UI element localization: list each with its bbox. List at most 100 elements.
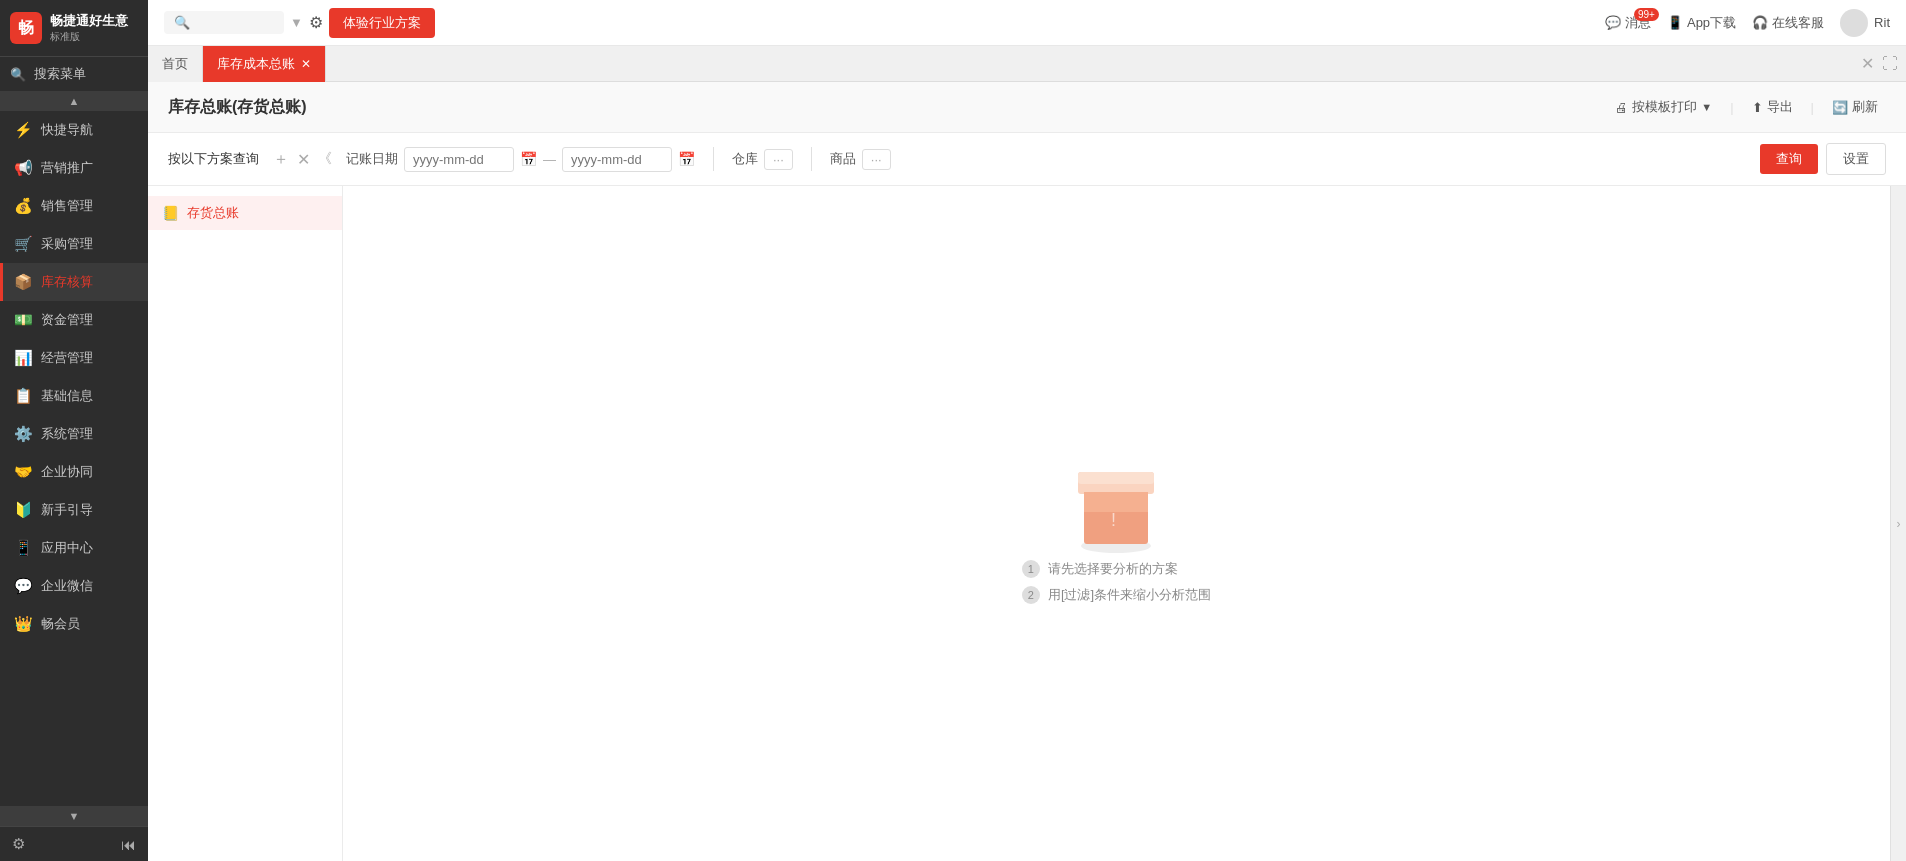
sidebar-item-basic-info[interactable]: 📋 基础信息	[0, 377, 148, 415]
collapse-sidebar-btn[interactable]: ⏮	[121, 836, 136, 853]
sidebar-item-finance[interactable]: 💵 资金管理	[0, 301, 148, 339]
sidebar-item-system[interactable]: ⚙️ 系统管理	[0, 415, 148, 453]
tab-bar: 首页 库存成本总账 ✕ ✕ ⛶	[148, 46, 1906, 82]
product-field: 商品 ···	[830, 149, 891, 170]
filter-row: 记账日期 📅 — 📅 仓库 ··· 商品 ··· 查询 设置	[346, 143, 1886, 175]
guide-icon: 🔰	[13, 501, 33, 519]
left-filter-panel: 📒 存货总账	[148, 186, 343, 861]
sidebar-item-wechat[interactable]: 💬 企业微信	[0, 567, 148, 605]
warehouse-more-btn[interactable]: ···	[764, 149, 793, 170]
topbar-search-icon: 🔍	[174, 15, 190, 30]
sidebar-item-app-center[interactable]: 📱 应用中心	[0, 529, 148, 567]
panel-title: 库存总账(存货总账)	[168, 97, 307, 118]
print-icon: 🖨	[1615, 100, 1628, 115]
cooperation-icon: 🤝	[13, 463, 33, 481]
sidebar-item-guide[interactable]: 🔰 新手引导	[0, 491, 148, 529]
print-template-label: 按模板打印	[1632, 98, 1697, 116]
hint-num-1: 1	[1022, 560, 1040, 578]
cal-start-icon[interactable]: 📅	[520, 151, 537, 167]
purchase-icon: 🛒	[13, 235, 33, 253]
marketing-icon: 📢	[13, 159, 33, 177]
settings-btn[interactable]: 设置	[1826, 143, 1886, 175]
sidebar-item-label: 库存核算	[41, 273, 93, 291]
empty-svg: !	[1056, 444, 1176, 554]
tab-home[interactable]: 首页	[148, 46, 203, 82]
cal-end-icon[interactable]: 📅	[678, 151, 695, 167]
sidebar-item-label: 基础信息	[41, 387, 93, 405]
topbar-search-box[interactable]: 🔍	[164, 11, 284, 34]
topbar-dropdown-icon[interactable]: ▼	[290, 15, 303, 30]
online-service-icon: 🎧	[1752, 15, 1768, 30]
content-area: 📒 存货总账	[148, 186, 1906, 861]
sidebar-nav: ⚡ 快捷导航 📢 营销推广 💰 销售管理 🛒 采购管理 📦 库存核算 💵 资金管…	[0, 111, 148, 806]
app-download-label: App下载	[1687, 14, 1736, 32]
date-end-input[interactable]	[562, 147, 672, 172]
settings-bottom-btn[interactable]: ⚙	[12, 835, 25, 853]
sidebar-item-marketing[interactable]: 📢 营销推广	[0, 149, 148, 187]
print-dropdown-icon[interactable]: ▼	[1701, 101, 1712, 113]
export-btn[interactable]: ⬆ 导出	[1744, 94, 1801, 120]
filter-clear-btn[interactable]: ✕	[293, 150, 314, 169]
tab-close-all-btn[interactable]: ✕	[1853, 54, 1882, 73]
sidebar-item-label: 企业微信	[41, 577, 93, 595]
empty-hints: 1 请先选择要分析的方案 2 用[过滤]条件来缩小分析范围	[1022, 560, 1211, 604]
refresh-btn[interactable]: 🔄 刷新	[1824, 94, 1886, 120]
topbar-right: 💬 消息 99+ 📱 App下载 🎧 在线客服 Rit	[1605, 9, 1890, 37]
logo-icon: 畅	[10, 12, 42, 44]
main-content: 🔍 ▼ ⚙ 体验行业方案 💬 消息 99+ 📱 App下载 🎧 在线客服	[148, 0, 1906, 861]
warehouse-label: 仓库	[732, 150, 758, 168]
tab-close-icon[interactable]: ✕	[301, 57, 311, 71]
date-start-input[interactable]	[404, 147, 514, 172]
filter-scheme-inventory-ledger[interactable]: 📒 存货总账	[148, 196, 342, 230]
scheme-book-icon: 📒	[162, 205, 179, 221]
logo-text: 畅捷通好生意 标准版	[50, 12, 128, 44]
scroll-down-btn[interactable]: ▼	[0, 806, 148, 826]
sidebar-item-inventory[interactable]: 📦 库存核算	[0, 263, 148, 301]
filter-add-btn[interactable]: ＋	[269, 149, 293, 170]
online-service-btn[interactable]: 🎧 在线客服	[1752, 14, 1824, 32]
user-area[interactable]: Rit	[1840, 9, 1890, 37]
product-more-btn[interactable]: ···	[862, 149, 891, 170]
sidebar-item-purchase[interactable]: 🛒 采购管理	[0, 225, 148, 263]
svg-text:!: !	[1111, 510, 1116, 530]
field-separator1	[713, 147, 714, 171]
system-icon: ⚙️	[13, 425, 33, 443]
sidebar-item-label: 快捷导航	[41, 121, 93, 139]
username: Rit	[1874, 15, 1890, 30]
sidebar-item-cooperation[interactable]: 🤝 企业协同	[0, 453, 148, 491]
tab-inventory-ledger[interactable]: 库存成本总账 ✕	[203, 46, 326, 82]
scroll-up-btn[interactable]: ▲	[0, 91, 148, 111]
date-field: 记账日期 📅 — 📅	[346, 147, 695, 172]
industry-btn[interactable]: 体验行业方案	[329, 8, 435, 38]
date-field-label: 记账日期	[346, 150, 398, 168]
hint-item-1: 1 请先选择要分析的方案	[1022, 560, 1211, 578]
inventory-icon: 📦	[13, 273, 33, 291]
app-download-btn[interactable]: 📱 App下载	[1667, 14, 1736, 32]
topbar-breadcrumb-area: 🔍 ▼ ⚙ 体验行业方案	[164, 8, 1595, 38]
filter-collapse-btn[interactable]: 《	[314, 150, 336, 168]
user-avatar	[1840, 9, 1868, 37]
sidebar-item-member[interactable]: 👑 畅会员	[0, 605, 148, 643]
sidebar-item-label: 销售管理	[41, 197, 93, 215]
sidebar-item-label: 营销推广	[41, 159, 93, 177]
empty-illustration: !	[1056, 444, 1176, 544]
right-panel-collapse-btn[interactable]: ›	[1890, 186, 1906, 861]
print-template-btn[interactable]: 🖨 按模板打印 ▼	[1607, 94, 1720, 120]
sidebar-search-btn[interactable]: 🔍 搜索菜单	[0, 57, 148, 91]
message-btn[interactable]: 💬 消息 99+	[1605, 14, 1651, 32]
tab-expand-btn[interactable]: ⛶	[1882, 55, 1898, 73]
sidebar-item-label: 畅会员	[41, 615, 80, 633]
hint-num-2: 2	[1022, 586, 1040, 604]
table-area: ! 1 请先选择要分析的方案 2 用[过滤]条件来缩小分析范围	[343, 186, 1890, 861]
sidebar-item-label: 资金管理	[41, 311, 93, 329]
sidebar-item-operation[interactable]: 📊 经营管理	[0, 339, 148, 377]
wechat-icon: 💬	[13, 577, 33, 595]
topbar-gear-icon[interactable]: ⚙	[309, 13, 323, 32]
date-separator: —	[543, 152, 556, 167]
sidebar-item-label: 采购管理	[41, 235, 93, 253]
sidebar-item-quick-nav[interactable]: ⚡ 快捷导航	[0, 111, 148, 149]
sidebar-item-sales[interactable]: 💰 销售管理	[0, 187, 148, 225]
query-btn[interactable]: 查询	[1760, 144, 1818, 174]
finance-icon: 💵	[13, 311, 33, 329]
search-icon: 🔍	[10, 67, 26, 82]
